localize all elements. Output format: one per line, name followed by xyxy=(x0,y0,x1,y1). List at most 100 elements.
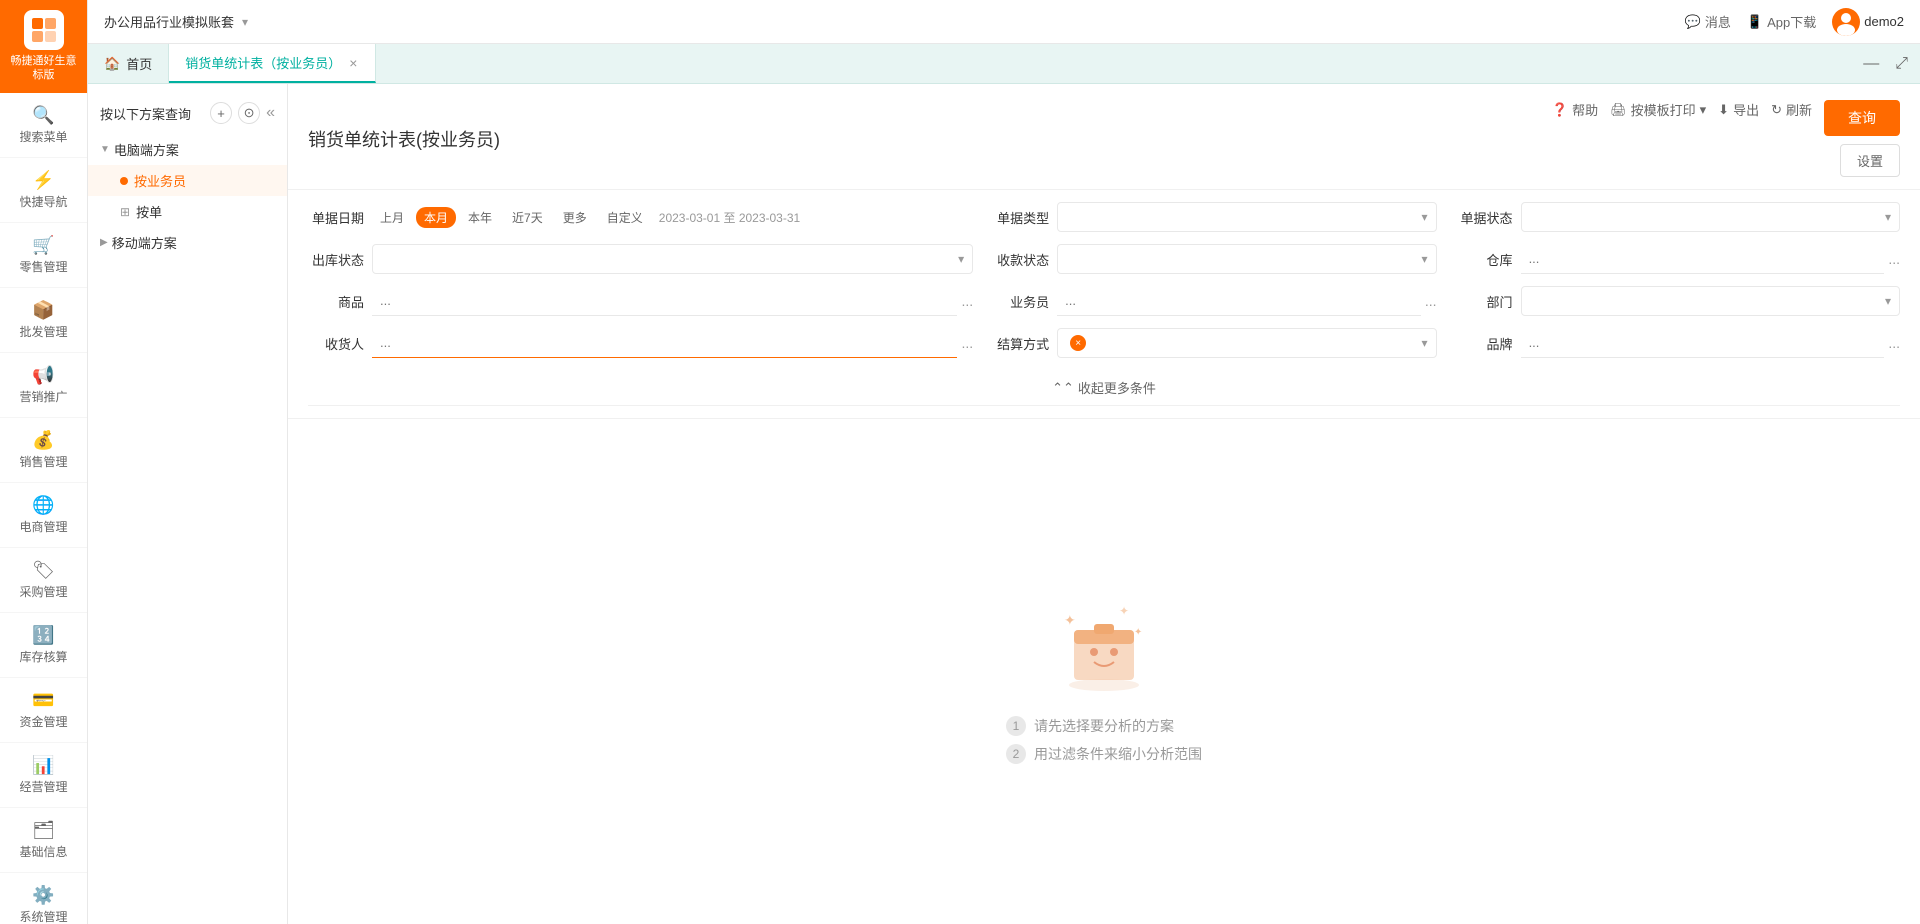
tree-parent-mobile-label: 移动端方案 xyxy=(112,233,177,252)
filter-consignee: 收货人 ... xyxy=(308,328,973,358)
goods-input[interactable] xyxy=(372,286,957,316)
goods-more[interactable]: ... xyxy=(961,293,973,309)
consignee-input[interactable] xyxy=(372,328,957,358)
sidebar-item-wholesale[interactable]: 📦 批发管理 xyxy=(0,288,87,353)
settings-button[interactable]: 设置 xyxy=(1840,144,1900,177)
brand-more[interactable]: ... xyxy=(1888,335,1900,351)
help-btn[interactable]: ❓ 帮助 xyxy=(1552,100,1598,119)
outstatus-select[interactable]: ▾ xyxy=(372,244,973,274)
grid-icon: ⊞ xyxy=(120,205,130,219)
recvstatus-select[interactable]: ▾ xyxy=(1057,244,1436,274)
tree-child-salesperson[interactable]: 按业务员 xyxy=(88,165,287,196)
collapse-btn[interactable]: ⌃⌃ 收起更多条件 xyxy=(1052,378,1156,397)
date-tab-thisyear[interactable]: 本年 xyxy=(460,207,500,228)
date-tab-7days[interactable]: 近7天 xyxy=(504,207,551,228)
base-icon: 🗂 xyxy=(32,820,55,841)
warehouse-input[interactable] xyxy=(1521,244,1885,274)
sidebar-label-ecommerce: 电商管理 xyxy=(19,518,67,535)
panel-add-btn[interactable]: + xyxy=(210,102,232,124)
sidebar-item-system[interactable]: ⚙️ 系统管理 xyxy=(0,873,87,924)
home-icon: 🏠 xyxy=(104,56,120,72)
date-tab-thismonth[interactable]: 本月 xyxy=(416,207,456,228)
topbar: 办公用品行业模拟账套 ▾ 💬 消息 📱 App下载 demo2 xyxy=(88,0,1920,44)
export-btn[interactable]: ⬇ 导出 xyxy=(1718,100,1759,119)
print-label: 按模板打印 xyxy=(1631,100,1696,119)
sidebar-label-search: 搜索菜单 xyxy=(19,128,67,145)
sidebar-nav: 🔍 搜索菜单 ⚡ 快捷导航 🛒 零售管理 📦 批发管理 📢 营销推广 💰 销售管… xyxy=(0,93,87,924)
sidebar-item-ecommerce[interactable]: 🌐 电商管理 xyxy=(0,483,87,548)
tree-child-order[interactable]: ⊞ 按单 xyxy=(88,196,287,227)
tree-parent-desktop[interactable]: ▼ 电脑端方案 xyxy=(88,134,287,165)
tab-close-icon[interactable]: × xyxy=(347,55,359,71)
goods-label: 商品 xyxy=(308,292,364,311)
print-btn[interactable]: 🖨 按模板打印 ▾ xyxy=(1610,100,1706,119)
dept-select[interactable]: ▾ xyxy=(1521,286,1900,316)
date-tab-custom[interactable]: 自定义 xyxy=(599,207,651,228)
panel-header-label: 按以下方案查询 xyxy=(100,104,191,123)
refresh-btn[interactable]: ↻ 刷新 xyxy=(1771,100,1812,119)
logo-area[interactable]: 畅捷通好生意 标版 xyxy=(0,0,87,93)
sidebar-label-marketing: 营销推广 xyxy=(19,388,67,405)
collapse-label: 收起更多条件 xyxy=(1078,378,1156,397)
sidebar-item-inventory[interactable]: 🔢 库存核算 xyxy=(0,613,87,678)
sidebar-item-base[interactable]: 🗂 基础信息 xyxy=(0,808,87,873)
settle-select[interactable]: × ▾ xyxy=(1057,328,1436,358)
filter-date: 单据日期 上月 本月 本年 近7天 更多 自定义 2023-03-01 至 20… xyxy=(308,207,973,228)
panel-collapse-btn[interactable]: « xyxy=(266,104,275,122)
filter-brand: 品牌 ... xyxy=(1457,328,1900,358)
consignee-label: 收货人 xyxy=(308,334,364,353)
user-name[interactable]: demo2 xyxy=(1864,14,1904,29)
sidebar-item-purchase[interactable]: 🏷 采购管理 xyxy=(0,548,87,613)
doctype-select[interactable]: ▾ xyxy=(1057,202,1436,232)
sidebar-item-search[interactable]: 🔍 搜索菜单 xyxy=(0,93,87,158)
consignee-more[interactable]: ... xyxy=(961,335,973,351)
tab-minimize-btn[interactable]: — xyxy=(1859,51,1883,77)
filter-dept: 部门 ▾ xyxy=(1457,286,1900,316)
sidebar-item-marketing[interactable]: 📢 营销推广 xyxy=(0,353,87,418)
recvstatus-arrow: ▾ xyxy=(1422,252,1428,266)
settle-clear-btn[interactable]: × xyxy=(1070,335,1086,351)
date-tab-more[interactable]: 更多 xyxy=(555,207,595,228)
filter-outstatus: 出库状态 ▾ xyxy=(308,244,973,274)
outstatus-arrow: ▾ xyxy=(958,252,964,266)
user-area[interactable]: demo2 xyxy=(1832,8,1904,36)
tip-num-2: 2 xyxy=(1006,744,1026,764)
refresh-label: 刷新 xyxy=(1786,100,1812,119)
empty-state: ✦ ✦ ✦ 1 请先选择要分析的方案 2 用过滤条件来缩小分析范围 xyxy=(288,419,1920,924)
print-dropdown-icon: ▾ xyxy=(1700,102,1707,118)
tree-parent-mobile[interactable]: ▶ 移动端方案 xyxy=(88,227,287,258)
tab-maximize-btn[interactable]: ⤢ xyxy=(1891,51,1912,77)
panel-settings-btn[interactable]: ⊙ xyxy=(238,102,260,124)
sidebar-item-operations[interactable]: 📊 经营管理 xyxy=(0,743,87,808)
filter-row-1: 单据日期 上月 本月 本年 近7天 更多 自定义 2023-03-01 至 20… xyxy=(308,202,1900,232)
page-header: 销货单统计表(按业务员) ❓ 帮助 🖨 按模板打印 ▾ ⬇ xyxy=(288,84,1920,190)
filter-docstatus: 单据状态 ▾ xyxy=(1457,202,1900,232)
recvstatus-label: 收款状态 xyxy=(993,250,1049,269)
message-action[interactable]: 💬 消息 xyxy=(1685,12,1731,31)
print-icon: 🖨 xyxy=(1610,102,1627,118)
mobile-icon: 📱 xyxy=(1747,14,1763,30)
warehouse-more[interactable]: ... xyxy=(1888,251,1900,267)
salesperson-more[interactable]: ... xyxy=(1425,293,1437,309)
tip-text-1: 请先选择要分析的方案 xyxy=(1034,716,1174,736)
tab-home[interactable]: 🏠 首页 xyxy=(88,44,169,83)
docstatus-arrow: ▾ xyxy=(1885,210,1891,224)
quicknav-icon: ⚡ xyxy=(32,170,54,191)
tab-sales-stat[interactable]: 销货单统计表（按业务员） × xyxy=(169,44,376,83)
docstatus-select[interactable]: ▾ xyxy=(1521,202,1900,232)
workspace-dropdown[interactable]: ▾ xyxy=(242,15,248,29)
sidebar: 畅捷通好生意 标版 🔍 搜索菜单 ⚡ 快捷导航 🛒 零售管理 📦 批发管理 📢 … xyxy=(0,0,88,924)
sidebar-item-sales[interactable]: 💰 销售管理 xyxy=(0,418,87,483)
app-download-action[interactable]: 📱 App下载 xyxy=(1747,12,1816,31)
sidebar-item-quicknav[interactable]: ⚡ 快捷导航 xyxy=(0,158,87,223)
salesperson-input[interactable] xyxy=(1057,286,1421,316)
system-icon: ⚙️ xyxy=(32,885,54,906)
sidebar-item-retail[interactable]: 🛒 零售管理 xyxy=(0,223,87,288)
brand-input[interactable] xyxy=(1521,328,1885,358)
filter-row-3: 商品 ... 业务员 ... 部门 xyxy=(308,286,1900,316)
query-button[interactable]: 查询 xyxy=(1824,100,1900,136)
empty-tip-2: 2 用过滤条件来缩小分析范围 xyxy=(1006,744,1202,764)
filter-recvstatus: 收款状态 ▾ xyxy=(993,244,1436,274)
sidebar-item-finance[interactable]: 💳 资金管理 xyxy=(0,678,87,743)
date-tab-lastmonth[interactable]: 上月 xyxy=(372,207,412,228)
